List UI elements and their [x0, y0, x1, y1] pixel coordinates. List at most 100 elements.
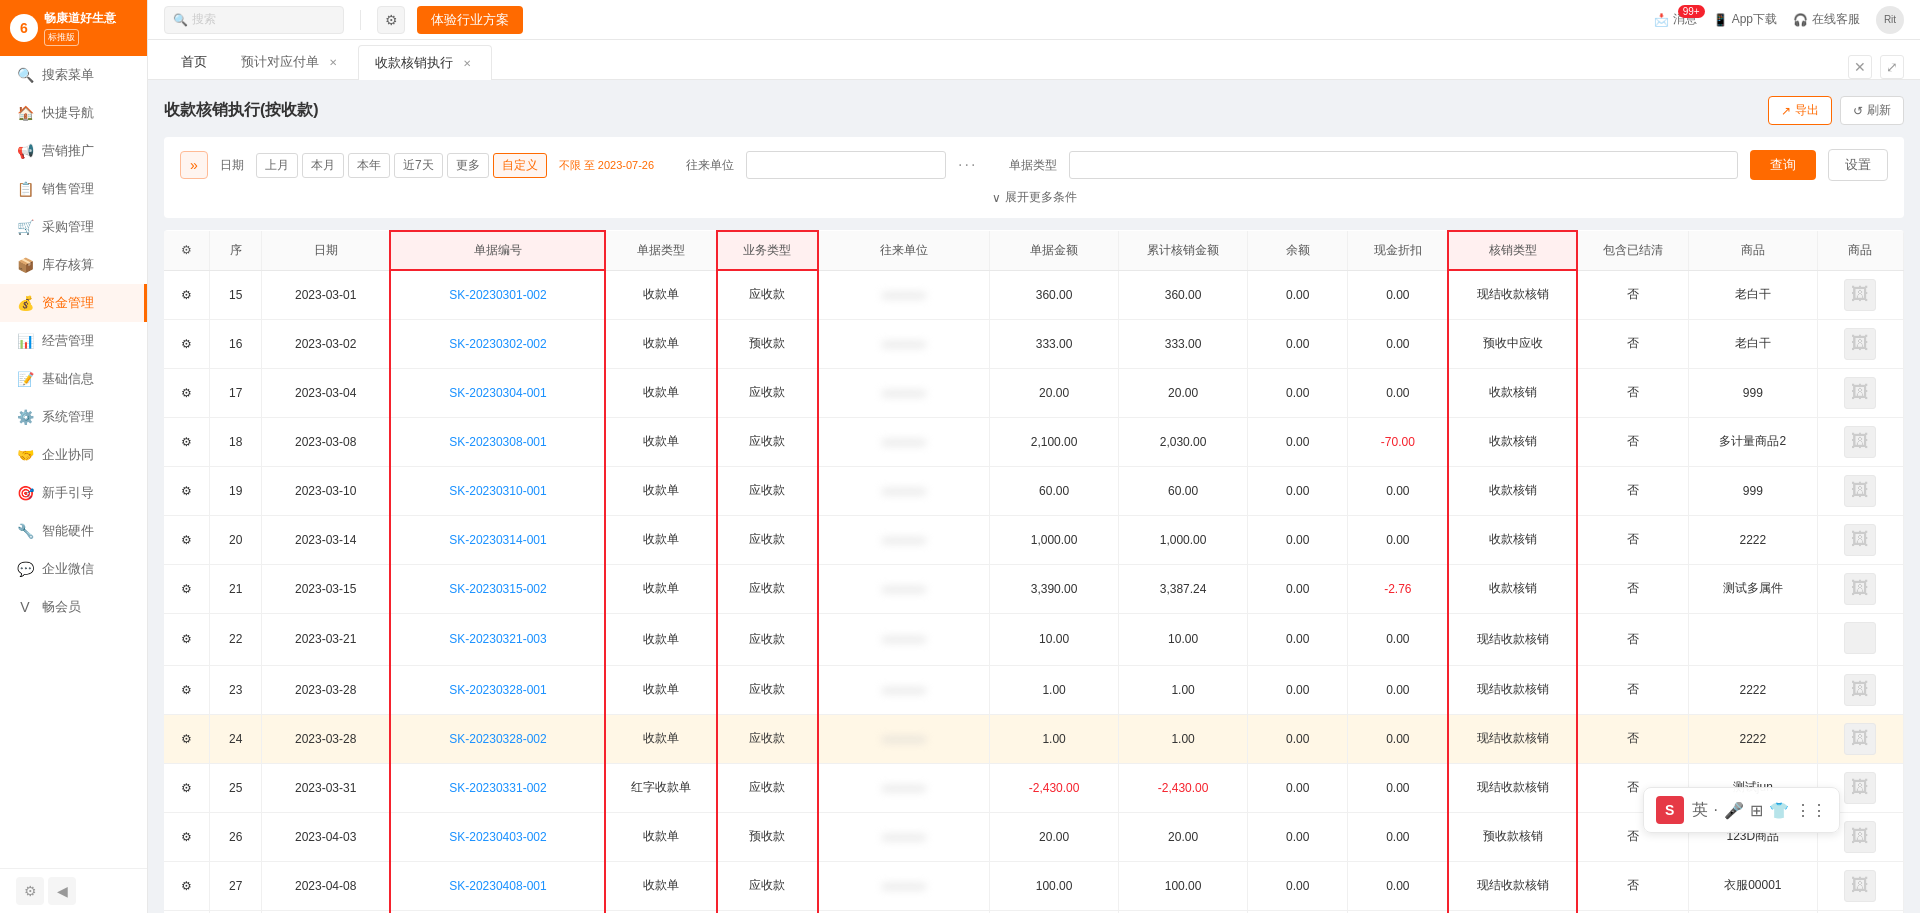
- sidebar-item-operations[interactable]: 📊经营管理: [0, 322, 147, 360]
- row-docno[interactable]: SK-20230403-002: [390, 812, 605, 861]
- col-doctype-header[interactable]: 单据类型: [605, 231, 717, 270]
- sidebar-item-finance[interactable]: 💰资金管理: [0, 284, 147, 322]
- sidebar-item-marketing[interactable]: 📢营销推广: [0, 132, 147, 170]
- row-docno[interactable]: SK-20230331-002: [390, 763, 605, 812]
- col-amount-header[interactable]: 单据金额: [990, 231, 1119, 270]
- row-docno[interactable]: SK-20230328-002: [390, 714, 605, 763]
- col-biztype-header[interactable]: 业务类型: [717, 231, 817, 270]
- col-writetype-header[interactable]: 核销类型: [1448, 231, 1577, 270]
- row-settings[interactable]: ⚙: [164, 714, 210, 763]
- row-docno[interactable]: SK-20230328-001: [390, 665, 605, 714]
- topbar-search[interactable]: 🔍 搜索: [164, 6, 344, 34]
- row-settings[interactable]: ⚙: [164, 861, 210, 910]
- docno-link[interactable]: SK-20230328-001: [449, 683, 546, 697]
- tab-expand-btn[interactable]: ⤢: [1880, 55, 1904, 79]
- docno-link[interactable]: SK-20230314-001: [449, 533, 546, 547]
- date-this-year-btn[interactable]: 本年: [348, 153, 390, 178]
- solution-btn[interactable]: 体验行业方案: [417, 6, 523, 34]
- row-docno[interactable]: SK-20230408-001: [390, 861, 605, 910]
- row-docno[interactable]: SK-20230321-003: [390, 613, 605, 665]
- row-docno[interactable]: SK-20230315-002: [390, 564, 605, 613]
- app-download-btn[interactable]: 📱 App下载: [1713, 11, 1777, 28]
- row-settings[interactable]: ⚙: [164, 763, 210, 812]
- row-settings[interactable]: ⚙: [164, 665, 210, 714]
- col-include-header[interactable]: 包含已结清: [1577, 231, 1688, 270]
- row-settings[interactable]: ⚙: [164, 564, 210, 613]
- sidebar-item-guide[interactable]: 🎯新手引导: [0, 474, 147, 512]
- date-more-btn[interactable]: 更多: [447, 153, 489, 178]
- tab-pending-payment[interactable]: 预计对应付单 ✕: [224, 44, 358, 79]
- row-settings[interactable]: ⚙: [164, 515, 210, 564]
- row-docno[interactable]: SK-20230302-002: [390, 319, 605, 368]
- row-settings[interactable]: ⚙: [164, 319, 210, 368]
- notice-btn[interactable]: 📩 消息 99+: [1654, 11, 1697, 28]
- refresh-btn[interactable]: ↺ 刷新: [1840, 96, 1904, 125]
- sidebar-item-system[interactable]: ⚙️系统管理: [0, 398, 147, 436]
- col-unit-header[interactable]: 往来单位: [818, 231, 990, 270]
- tab-pending-close[interactable]: ✕: [325, 54, 341, 70]
- row-docno[interactable]: SK-20230304-001: [390, 368, 605, 417]
- row-docno[interactable]: SK-20230301-002: [390, 270, 605, 319]
- docno-link[interactable]: SK-20230408-001: [449, 879, 546, 893]
- docno-link[interactable]: SK-20230310-001: [449, 484, 546, 498]
- docno-link[interactable]: SK-20230328-002: [449, 732, 546, 746]
- row-settings[interactable]: ⚙: [164, 270, 210, 319]
- col-settings-header[interactable]: ⚙: [164, 231, 210, 270]
- unit-input[interactable]: [746, 151, 946, 179]
- row-docno[interactable]: SK-20230308-001: [390, 417, 605, 466]
- col-docno-header[interactable]: 单据编号: [390, 231, 605, 270]
- docno-link[interactable]: SK-20230321-003: [449, 632, 546, 646]
- setting-btn[interactable]: 设置: [1828, 149, 1888, 181]
- col-date-header[interactable]: 日期: [261, 231, 390, 270]
- service-btn[interactable]: 🎧 在线客服: [1793, 11, 1860, 28]
- floating-text-icon[interactable]: 英: [1692, 800, 1708, 821]
- row-settings[interactable]: ⚙: [164, 368, 210, 417]
- col-goodsimg-header[interactable]: 商品: [1817, 231, 1903, 270]
- row-settings[interactable]: ⚙: [164, 812, 210, 861]
- collapse-btn[interactable]: ◀: [48, 877, 76, 905]
- col-goods-header[interactable]: 商品: [1688, 231, 1817, 270]
- sidebar-item-purchase[interactable]: 🛒采购管理: [0, 208, 147, 246]
- docno-link[interactable]: SK-20230308-001: [449, 435, 546, 449]
- col-accamount-header[interactable]: 累计核销金额: [1119, 231, 1248, 270]
- col-balance-header[interactable]: 余额: [1248, 231, 1348, 270]
- floating-shirt-icon[interactable]: 👕: [1769, 801, 1789, 820]
- docno-link[interactable]: SK-20230304-001: [449, 386, 546, 400]
- sidebar-item-wechat[interactable]: 💬企业微信: [0, 550, 147, 588]
- filter-more-btn[interactable]: ∨ 展开更多条件: [992, 189, 1077, 206]
- sidebar-item-sales[interactable]: 📋销售管理: [0, 170, 147, 208]
- row-settings[interactable]: ⚙: [164, 613, 210, 665]
- tab-close-all-btn[interactable]: ✕: [1848, 55, 1872, 79]
- export-btn[interactable]: ↗ 导出: [1768, 96, 1832, 125]
- floating-grid-icon[interactable]: ⊞: [1750, 801, 1763, 820]
- floating-more-icon[interactable]: ⋮⋮: [1795, 801, 1827, 820]
- docno-link[interactable]: SK-20230302-002: [449, 337, 546, 351]
- date-this-month-btn[interactable]: 本月: [302, 153, 344, 178]
- row-docno[interactable]: SK-20230314-001: [390, 515, 605, 564]
- col-discount-header[interactable]: 现金折扣: [1348, 231, 1448, 270]
- tab-writeoff-close[interactable]: ✕: [459, 55, 475, 71]
- sidebar-item-member[interactable]: V畅会员: [0, 588, 147, 626]
- floating-mic-icon[interactable]: 🎤: [1724, 801, 1744, 820]
- topbar-gear-btn[interactable]: ⚙: [377, 6, 405, 34]
- row-settings[interactable]: ⚙: [164, 417, 210, 466]
- doctype-select[interactable]: [1069, 151, 1738, 179]
- tab-home[interactable]: 首页: [164, 44, 224, 79]
- docno-link[interactable]: SK-20230301-002: [449, 288, 546, 302]
- settings-bottom-btn[interactable]: ⚙: [16, 877, 44, 905]
- sidebar-item-basics[interactable]: 📝基础信息: [0, 360, 147, 398]
- sidebar-item-quicknav[interactable]: 🏠快捷导航: [0, 94, 147, 132]
- user-avatar[interactable]: Rit: [1876, 6, 1904, 34]
- docno-link[interactable]: SK-20230403-002: [449, 830, 546, 844]
- row-settings[interactable]: ⚙: [164, 466, 210, 515]
- row-docno[interactable]: SK-20230310-001: [390, 466, 605, 515]
- date-custom-btn[interactable]: 自定义: [493, 153, 547, 178]
- sidebar-item-enterprise[interactable]: 🤝企业协同: [0, 436, 147, 474]
- docno-link[interactable]: SK-20230315-002: [449, 582, 546, 596]
- sidebar-item-inventory[interactable]: 📦库存核算: [0, 246, 147, 284]
- query-btn[interactable]: 查询: [1750, 150, 1816, 180]
- docno-link[interactable]: SK-20230331-002: [449, 781, 546, 795]
- tab-writeoff-active[interactable]: 收款核销执行 ✕: [358, 45, 492, 80]
- sidebar-item-hardware[interactable]: 🔧智能硬件: [0, 512, 147, 550]
- date-7days-btn[interactable]: 近7天: [394, 153, 443, 178]
